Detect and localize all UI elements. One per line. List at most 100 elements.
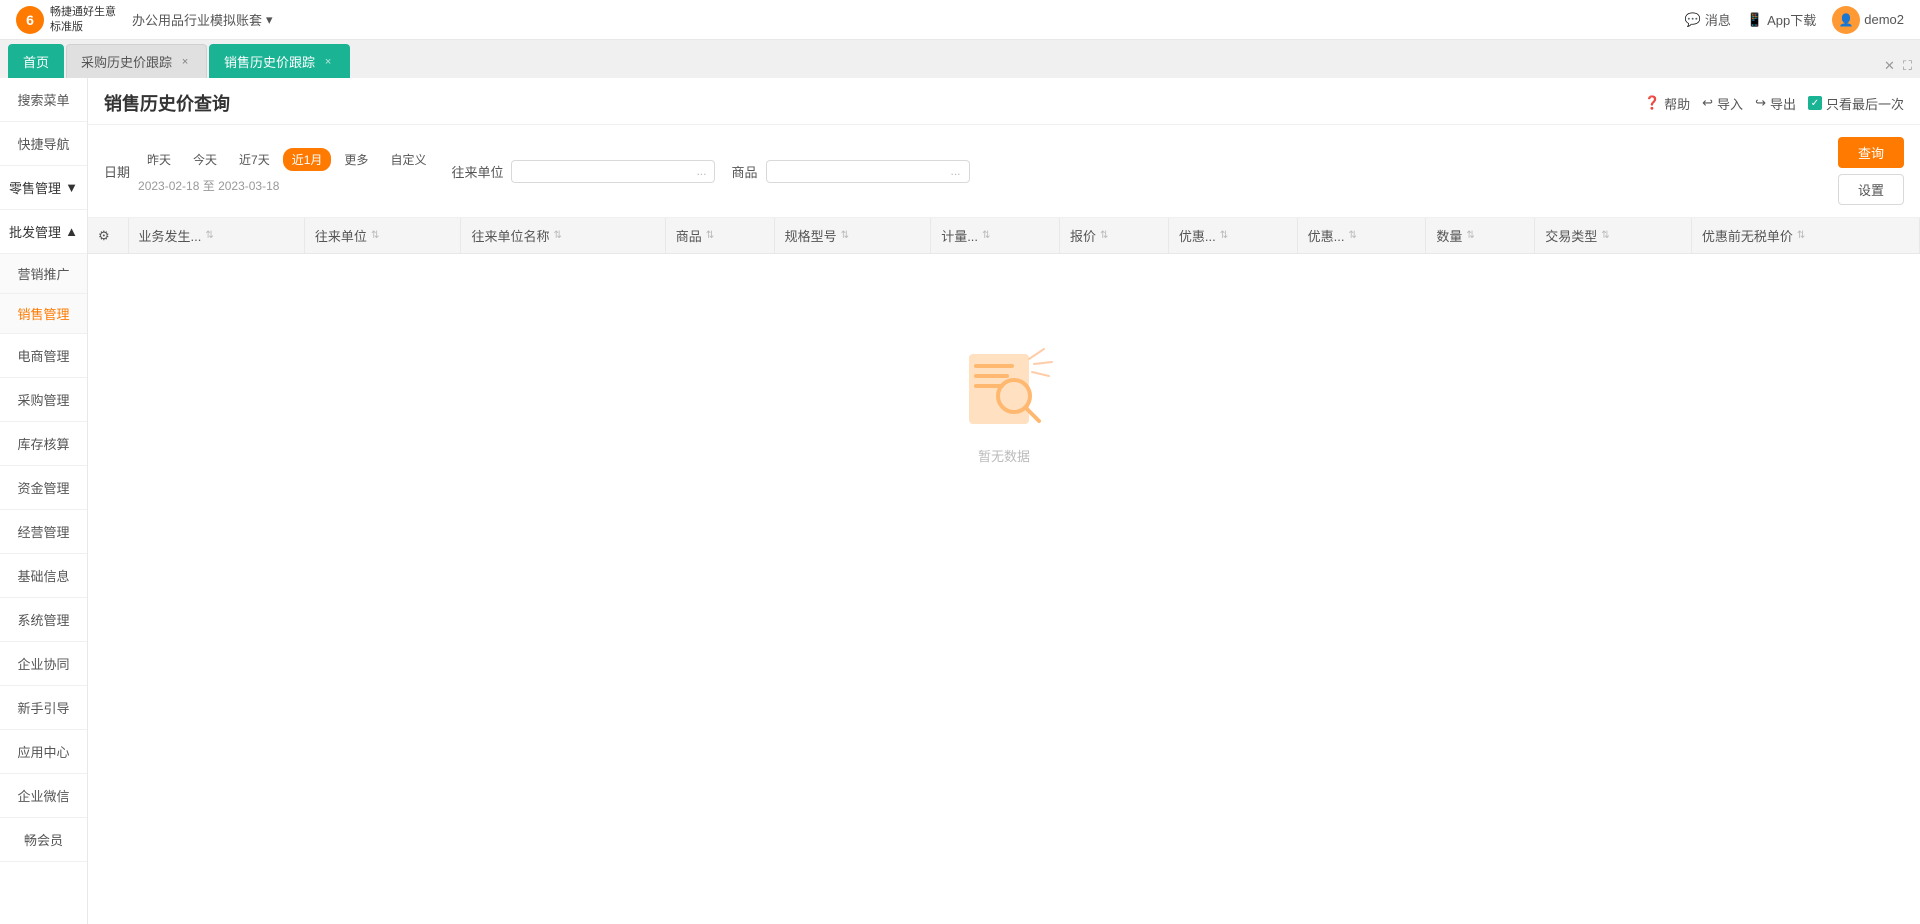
sidebar-item-finance[interactable]: 资金管理 xyxy=(0,466,87,510)
checkbox-checked-icon: ✓ xyxy=(1808,96,1822,110)
header-left: 6 畅捷通好生意 标准版 办公用品行业模拟账套 ▾ xyxy=(16,5,281,34)
th-biz-date[interactable]: 业务发生... ⇅ xyxy=(128,218,304,254)
th-discount2[interactable]: 优惠... ⇅ xyxy=(1297,218,1426,254)
sidebar-item-member[interactable]: 畅会员 xyxy=(0,818,87,862)
date-btn-1month[interactable]: 近1月 xyxy=(283,148,332,171)
header-right: 💬 消息 📱 App下载 👤 demo2 xyxy=(1685,6,1904,34)
export-button[interactable]: ↪ 导出 xyxy=(1755,94,1796,113)
date-btn-more[interactable]: 更多 xyxy=(335,148,377,171)
tab-window-max[interactable]: ⛶ xyxy=(1903,58,1912,74)
goods-input-wrap[interactable]: ... xyxy=(766,160,970,183)
sort-icon: ⇅ xyxy=(706,230,714,241)
sidebar-item-app-center[interactable]: 应用中心 xyxy=(0,730,87,774)
sort-icon: ⇅ xyxy=(1220,230,1228,241)
empty-text: 暂无数据 xyxy=(978,446,1030,465)
date-filter-group: 日期 昨天 今天 近7天 近1月 更多 自定义 2023-02-18 至 202… xyxy=(104,148,435,194)
empty-illustration xyxy=(944,334,1064,434)
th-unit[interactable]: 计量... ⇅ xyxy=(931,218,1060,254)
sidebar-item-purchase[interactable]: 采购管理 xyxy=(0,378,87,422)
page-header: 销售历史价查询 ❓ 帮助 ↩ 导入 ↪ 导出 ✓ 只看最后一次 xyxy=(88,78,1920,125)
query-button[interactable]: 查询 xyxy=(1838,137,1904,168)
chevron-up-icon: ▲ xyxy=(65,224,78,239)
sidebar-item-guide[interactable]: 新手引导 xyxy=(0,686,87,730)
date-btn-yesterday[interactable]: 昨天 xyxy=(138,148,180,171)
th-trade-type[interactable]: 交易类型 ⇅ xyxy=(1535,218,1692,254)
sidebar-item-inventory[interactable]: 库存核算 xyxy=(0,422,87,466)
date-buttons: 昨天 今天 近7天 近1月 更多 自定义 xyxy=(138,148,435,171)
help-button[interactable]: ❓ 帮助 xyxy=(1644,94,1690,113)
sidebar-item-basic-info[interactable]: 基础信息 xyxy=(0,554,87,598)
table-header-row: ⚙ 业务发生... ⇅ 往来单位 ⇅ xyxy=(88,218,1920,254)
table-container: ⚙ 业务发生... ⇅ 往来单位 ⇅ xyxy=(88,218,1920,924)
tab-close-purchase[interactable]: × xyxy=(178,55,192,69)
tab-window-close[interactable]: ✕ xyxy=(1884,58,1895,74)
tab-home[interactable]: 首页 xyxy=(8,44,64,78)
sidebar-item-ecommerce[interactable]: 电商管理 xyxy=(0,334,87,378)
goods-dots-icon[interactable]: ... xyxy=(951,164,961,178)
sort-icon: ⇅ xyxy=(554,230,562,241)
sort-icon: ⇅ xyxy=(841,230,849,241)
sort-icon: ⇅ xyxy=(205,230,213,241)
message-action[interactable]: 💬 消息 xyxy=(1685,10,1731,29)
partner-input[interactable] xyxy=(520,164,696,179)
th-qty[interactable]: 数量 ⇅ xyxy=(1426,218,1535,254)
empty-state: 暂无数据 xyxy=(88,254,1920,545)
tab-bar: 首页 采购历史价跟踪 × 销售历史价跟踪 × ✕ ⛶ xyxy=(0,40,1920,78)
sort-icon: ⇅ xyxy=(371,230,379,241)
sidebar-item-sales-mgmt[interactable]: 销售管理 xyxy=(0,294,87,334)
sidebar-item-wechat[interactable]: 企业微信 xyxy=(0,774,87,818)
sidebar: 搜索菜单 快捷导航 零售管理 ▼ 批发管理 ▲ 营销推广 销售管理 电商管理 采… xyxy=(0,78,88,924)
filter-bar: 日期 昨天 今天 近7天 近1月 更多 自定义 2023-02-18 至 202… xyxy=(88,125,1920,218)
data-table: ⚙ 业务发生... ⇅ 往来单位 ⇅ xyxy=(88,218,1920,254)
sidebar-item-enterprise[interactable]: 企业协同 xyxy=(0,642,87,686)
main-layout: 搜索菜单 快捷导航 零售管理 ▼ 批发管理 ▲ 营销推广 销售管理 电商管理 采… xyxy=(0,78,1920,924)
page-title: 销售历史价查询 xyxy=(104,90,230,116)
settings-button[interactable]: 设置 xyxy=(1838,174,1904,205)
top-header: 6 畅捷通好生意 标准版 办公用品行业模拟账套 ▾ 💬 消息 📱 App下载 👤… xyxy=(0,0,1920,40)
th-spec[interactable]: 规格型号 ⇅ xyxy=(774,218,931,254)
date-range-display: 2023-02-18 至 2023-03-18 xyxy=(138,177,435,194)
th-partner-name[interactable]: 往来单位名称 ⇅ xyxy=(461,218,665,254)
sidebar-item-operation[interactable]: 经营管理 xyxy=(0,510,87,554)
app-download-action[interactable]: 📱 App下载 xyxy=(1747,10,1816,29)
tab-purchase-history[interactable]: 采购历史价跟踪 × xyxy=(66,44,207,78)
user-profile[interactable]: 👤 demo2 xyxy=(1832,6,1904,34)
th-pretax-price[interactable]: 优惠前无税单价 ⇅ xyxy=(1691,218,1919,254)
message-icon: 💬 xyxy=(1685,12,1701,28)
tab-bar-right: ✕ ⛶ xyxy=(1884,58,1912,78)
sort-icon: ⇅ xyxy=(982,230,990,241)
sidebar-item-system[interactable]: 系统管理 xyxy=(0,598,87,642)
date-label: 日期 xyxy=(104,162,130,181)
th-goods[interactable]: 商品 ⇅ xyxy=(665,218,774,254)
partner-input-wrap[interactable]: ... xyxy=(511,160,715,183)
only-last-checkbox[interactable]: ✓ 只看最后一次 xyxy=(1808,94,1904,113)
th-quote[interactable]: 报价 ⇅ xyxy=(1059,218,1168,254)
sort-icon: ⇅ xyxy=(1601,230,1609,241)
import-button[interactable]: ↩ 导入 xyxy=(1702,94,1743,113)
logo-text: 畅捷通好生意 标准版 xyxy=(50,5,116,34)
sidebar-item-marketing[interactable]: 营销推广 xyxy=(0,254,87,294)
date-btn-last7[interactable]: 近7天 xyxy=(230,148,279,171)
chevron-down-icon: ▼ xyxy=(65,180,78,195)
tab-close-sales[interactable]: × xyxy=(321,55,335,69)
sort-icon: ⇅ xyxy=(1797,230,1805,241)
page-header-actions: ❓ 帮助 ↩ 导入 ↪ 导出 ✓ 只看最后一次 xyxy=(1644,94,1904,113)
sidebar-item-quick-nav[interactable]: 快捷导航 xyxy=(0,122,87,166)
th-partner-code[interactable]: 往来单位 ⇅ xyxy=(304,218,461,254)
sidebar-item-wholesale[interactable]: 批发管理 ▲ xyxy=(0,210,87,254)
th-discount1[interactable]: 优惠... ⇅ xyxy=(1168,218,1297,254)
content-area: 销售历史价查询 ❓ 帮助 ↩ 导入 ↪ 导出 ✓ 只看最后一次 xyxy=(88,78,1920,924)
avatar: 👤 xyxy=(1832,6,1860,34)
import-icon: ↩ xyxy=(1702,95,1713,111)
sidebar-item-retail[interactable]: 零售管理 ▼ xyxy=(0,166,87,210)
download-icon: 📱 xyxy=(1747,12,1763,28)
sidebar-item-search[interactable]: 搜索菜单 xyxy=(0,78,87,122)
goods-input[interactable] xyxy=(775,164,951,179)
sort-icon: ⇅ xyxy=(1466,230,1474,241)
app-selector[interactable]: 办公用品行业模拟账套 ▾ xyxy=(124,6,281,33)
tab-sales-history[interactable]: 销售历史价跟踪 × xyxy=(209,44,350,78)
date-btn-custom[interactable]: 自定义 xyxy=(381,148,435,171)
partner-dots-icon[interactable]: ... xyxy=(696,164,706,178)
th-settings[interactable]: ⚙ xyxy=(88,218,128,254)
date-btn-today[interactable]: 今天 xyxy=(184,148,226,171)
